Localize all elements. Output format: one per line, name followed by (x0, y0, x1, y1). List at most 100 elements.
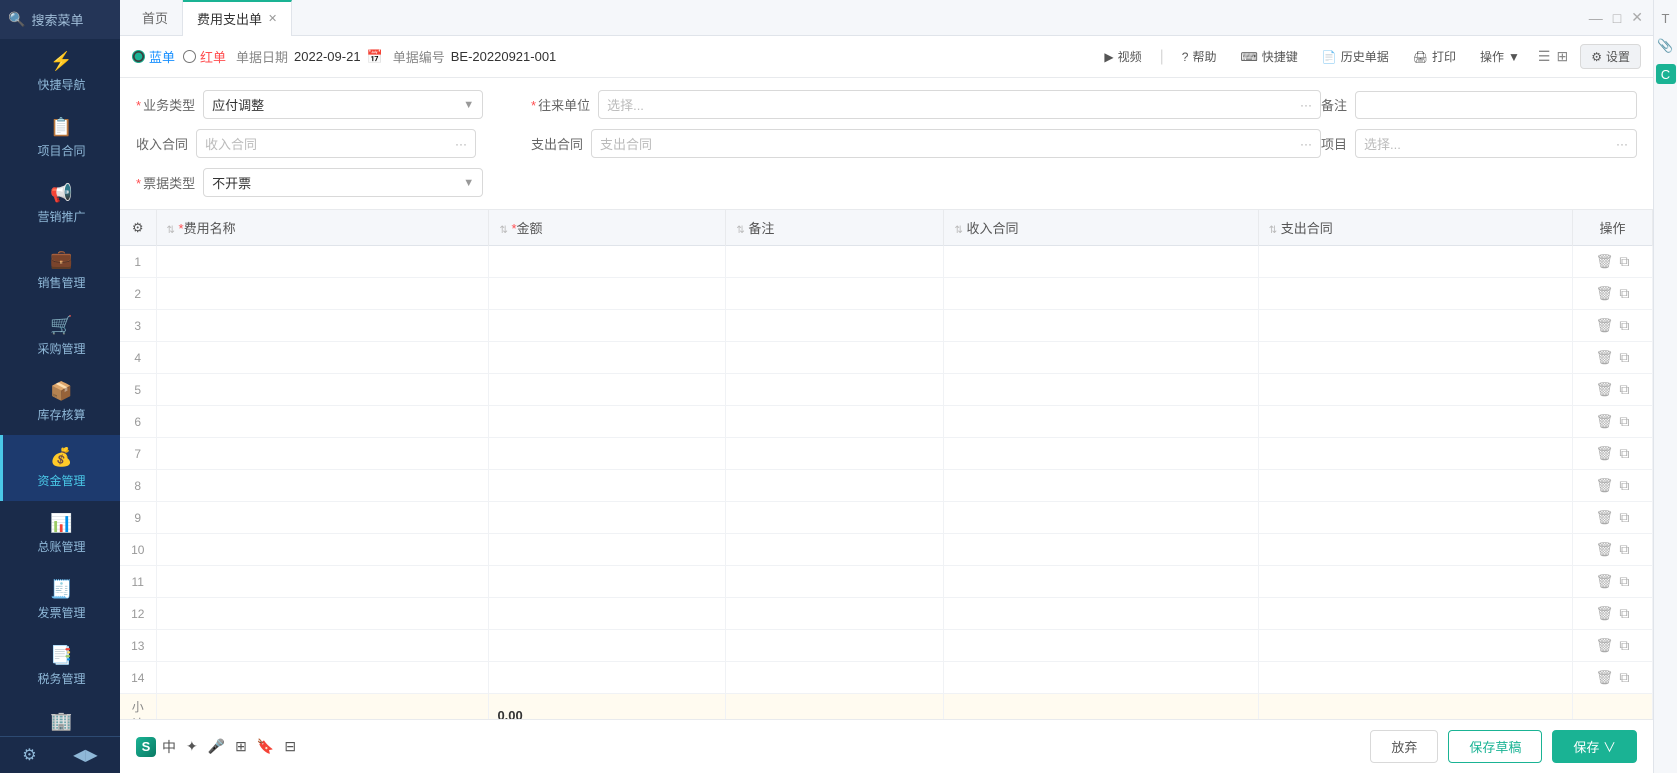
sidebar-item-invoice-mgmt[interactable]: 🧾 发票管理 (0, 567, 120, 633)
row-expense-name[interactable] (156, 246, 489, 278)
copy-icon[interactable]: ⧉ (1619, 573, 1629, 590)
window-maximize-button[interactable]: □ (1613, 10, 1621, 26)
row-expense-contract[interactable] (1258, 374, 1572, 406)
right-panel-clip-icon[interactable]: 📎 (1656, 36, 1676, 56)
sidebar-item-general-ledger[interactable]: 📊 总账管理 (0, 501, 120, 567)
remark-input[interactable] (1355, 91, 1637, 119)
copy-icon[interactable]: ⧉ (1619, 605, 1629, 622)
row-income-contract[interactable] (944, 630, 1258, 662)
row-expense-contract[interactable] (1258, 662, 1572, 694)
delete-icon[interactable]: 🗑 (1596, 477, 1614, 494)
row-income-contract[interactable] (944, 662, 1258, 694)
sort-icon-income[interactable]: ⇅ (954, 225, 962, 236)
row-amount[interactable] (489, 662, 726, 694)
right-panel-text-icon[interactable]: T (1656, 8, 1676, 28)
tab-expense-form[interactable]: 费用支出单 ✕ (183, 0, 292, 36)
radio-blue-input[interactable] (132, 50, 145, 63)
sidebar-item-inventory[interactable]: 📦 库存核算 (0, 369, 120, 435)
row-amount[interactable] (489, 246, 726, 278)
row-expense-contract[interactable] (1258, 502, 1572, 534)
row-remark[interactable] (726, 342, 944, 374)
row-remark[interactable] (726, 502, 944, 534)
row-amount[interactable] (489, 278, 726, 310)
income-contract-input[interactable]: 收入合同 ··· (196, 129, 476, 158)
table-header-settings[interactable]: ⚙ (120, 210, 156, 246)
row-amount[interactable] (489, 310, 726, 342)
row-amount[interactable] (489, 470, 726, 502)
counterparty-input[interactable]: 选择... ··· (598, 90, 1321, 119)
copy-icon[interactable]: ⧉ (1619, 669, 1629, 686)
copy-icon[interactable]: ⧉ (1619, 413, 1629, 430)
video-button[interactable]: ▶ 视频 (1098, 45, 1147, 68)
save-draft-button[interactable]: 保存草稿 (1448, 730, 1542, 763)
delete-icon[interactable]: 🗑 (1596, 253, 1614, 270)
radio-red-label[interactable]: 红单 (183, 47, 226, 66)
sort-icon[interactable]: ⇅ (167, 225, 175, 236)
window-minimize-button[interactable]: — (1589, 10, 1603, 26)
sort-icon-remark[interactable]: ⇅ (736, 225, 744, 236)
delete-icon[interactable]: 🗑 (1596, 605, 1614, 622)
row-amount[interactable] (489, 630, 726, 662)
row-expense-contract[interactable] (1258, 598, 1572, 630)
delete-icon[interactable]: 🗑 (1596, 349, 1614, 366)
delete-icon[interactable]: 🗑 (1596, 317, 1614, 334)
row-expense-contract[interactable] (1258, 246, 1572, 278)
row-amount[interactable] (489, 566, 726, 598)
sidebar-item-quick-nav[interactable]: ⚡ 快捷导航 (0, 39, 120, 105)
row-remark[interactable] (726, 534, 944, 566)
bookmark-icon[interactable]: 🔖 (257, 738, 274, 755)
print-button[interactable]: 🖨 打印 (1407, 45, 1462, 68)
sidebar-item-marketing[interactable]: 📢 营销推广 (0, 171, 120, 237)
row-remark[interactable] (726, 438, 944, 470)
row-income-contract[interactable] (944, 438, 1258, 470)
row-expense-name[interactable] (156, 566, 489, 598)
row-remark[interactable] (726, 278, 944, 310)
save-button[interactable]: 保存 ∨ (1552, 730, 1637, 763)
tab-close-button[interactable]: ✕ (268, 12, 277, 25)
project-input[interactable]: 选择... ··· (1355, 129, 1637, 158)
expense-contract-input[interactable]: 支出合同 ··· (591, 129, 1321, 158)
row-income-contract[interactable] (944, 246, 1258, 278)
table-icon[interactable]: ⊞ (235, 738, 247, 755)
copy-icon[interactable]: ⧉ (1619, 349, 1629, 366)
calendar-icon[interactable]: 📅 (367, 49, 383, 65)
window-close-button[interactable]: ✕ (1631, 9, 1643, 26)
row-expense-contract[interactable] (1258, 310, 1572, 342)
copy-icon[interactable]: ⧉ (1619, 285, 1629, 302)
row-remark[interactable] (726, 470, 944, 502)
delete-icon[interactable]: 🗑 (1596, 285, 1614, 302)
row-expense-contract[interactable] (1258, 406, 1572, 438)
row-expense-name[interactable] (156, 278, 489, 310)
row-amount[interactable] (489, 374, 726, 406)
row-expense-contract[interactable] (1258, 470, 1572, 502)
row-expense-name[interactable] (156, 502, 489, 534)
copy-icon[interactable]: ⧉ (1619, 317, 1629, 334)
row-expense-name[interactable] (156, 438, 489, 470)
sort-icon-expense[interactable]: ⇅ (1269, 225, 1277, 236)
radio-blue-label[interactable]: 蓝单 (132, 47, 175, 66)
row-remark[interactable] (726, 374, 944, 406)
zhong-icon[interactable]: 中 (162, 737, 176, 757)
row-expense-name[interactable] (156, 374, 489, 406)
delete-icon[interactable]: 🗑 (1596, 413, 1614, 430)
row-expense-contract[interactable] (1258, 534, 1572, 566)
date-value[interactable]: 2022-09-21 (294, 49, 361, 64)
row-remark[interactable] (726, 662, 944, 694)
sidebar-item-capital-mgmt[interactable]: 💰 资金管理 (0, 435, 120, 501)
volume-footer-icon[interactable]: ◀▶ (73, 745, 98, 765)
row-expense-name[interactable] (156, 342, 489, 374)
row-income-contract[interactable] (944, 470, 1258, 502)
copy-icon[interactable]: ⧉ (1619, 381, 1629, 398)
row-amount[interactable] (489, 502, 726, 534)
row-remark[interactable] (726, 598, 944, 630)
expense-contract-dots[interactable]: ··· (1300, 137, 1312, 151)
business-type-select[interactable]: 应付调整 ▼ (203, 90, 483, 119)
sidebar-item-fixed-assets[interactable]: 🏢 固定资产 (0, 699, 120, 736)
row-expense-name[interactable] (156, 662, 489, 694)
settings-footer-icon[interactable]: ⚙ (22, 745, 36, 765)
row-expense-contract[interactable] (1258, 278, 1572, 310)
row-remark[interactable] (726, 566, 944, 598)
mic-icon[interactable]: 🎤 (208, 738, 225, 755)
delete-icon[interactable]: 🗑 (1596, 669, 1614, 686)
row-amount[interactable] (489, 438, 726, 470)
